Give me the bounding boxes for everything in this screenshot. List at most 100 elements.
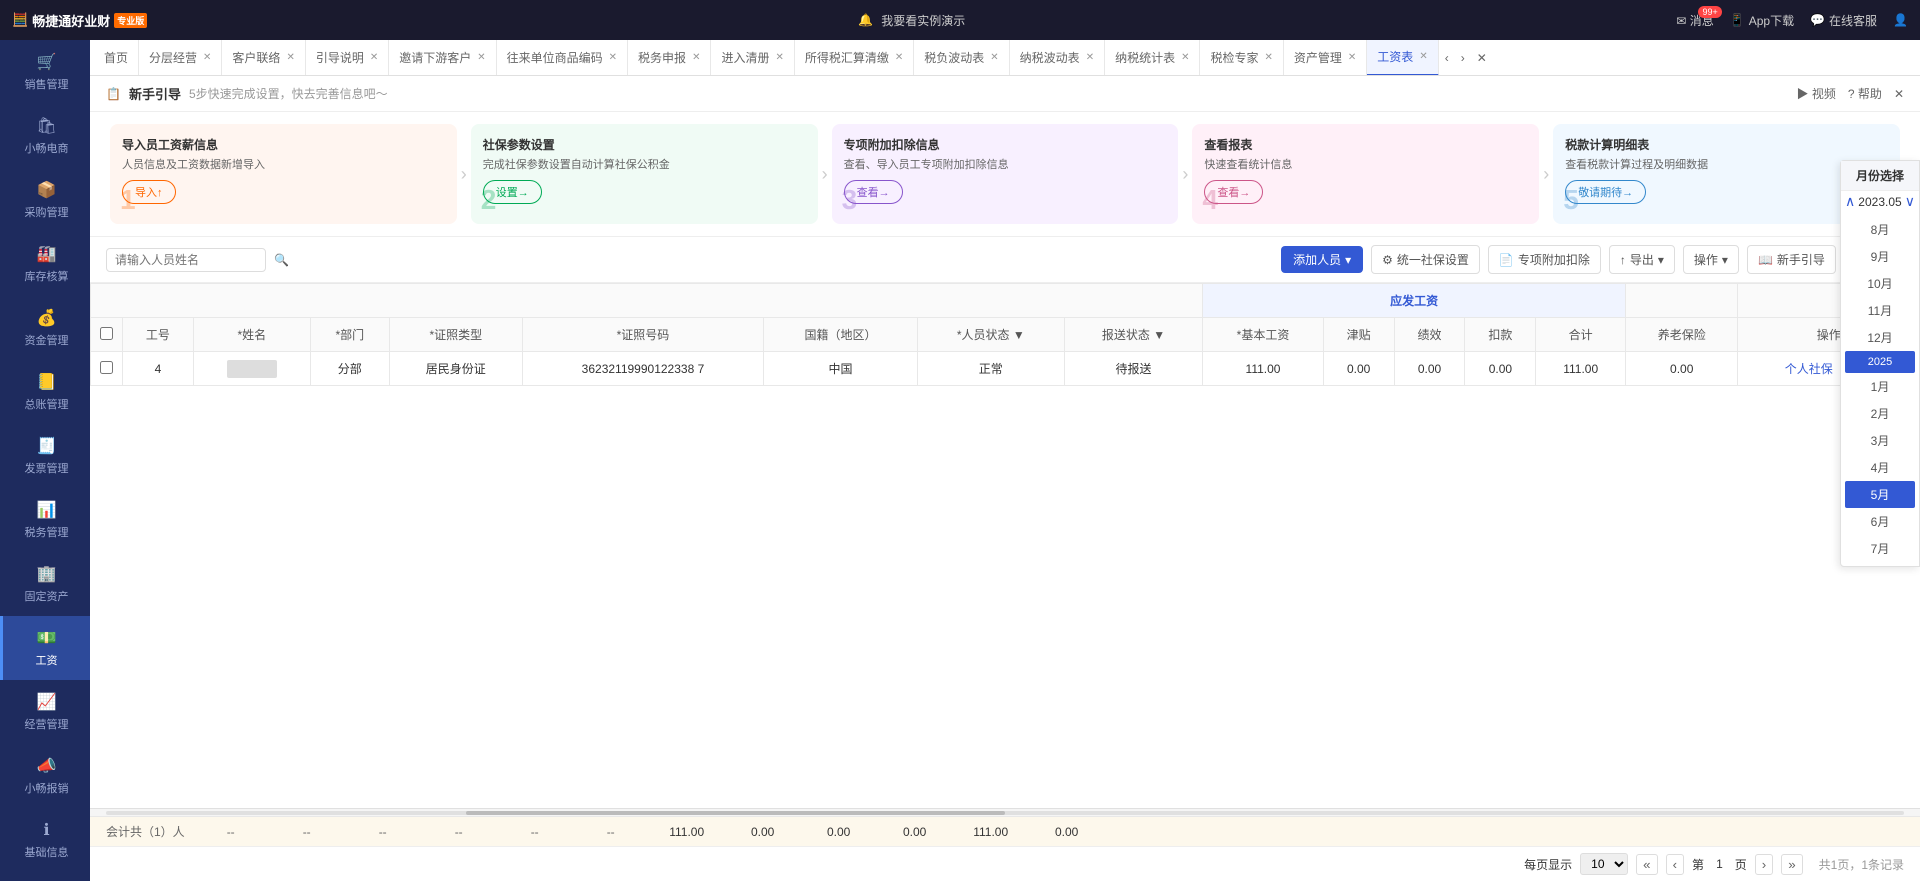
- page-size-select[interactable]: 10 20 50: [1580, 853, 1628, 875]
- month-3[interactable]: 3月: [1841, 427, 1919, 454]
- tab-income-tax-close[interactable]: ✕: [895, 52, 903, 63]
- tab-clearance[interactable]: 进入清册✕: [711, 40, 794, 76]
- salary-table: 应发工资 工号 *姓名 *部门 *证照: [90, 283, 1920, 386]
- tab-income-tax[interactable]: 所得税汇算清缴✕: [795, 40, 914, 76]
- sidebar-item-system[interactable]: ⚙ 系统管理: [0, 872, 90, 881]
- tab-tax-fluctuation[interactable]: 纳税波动表✕: [1010, 40, 1105, 76]
- actions-button[interactable]: 操作 ▾: [1683, 245, 1739, 274]
- tab-guide[interactable]: 引导说明✕: [306, 40, 389, 76]
- tab-tax-burden[interactable]: 税负波动表✕: [914, 40, 1009, 76]
- tab-tax-stats-close[interactable]: ✕: [1181, 52, 1189, 63]
- tab-tax-burden-close[interactable]: ✕: [990, 52, 998, 63]
- current-year: 2023.05: [1858, 195, 1901, 209]
- prev-page-btn[interactable]: ‹: [1666, 854, 1684, 875]
- tab-salary-table-close[interactable]: ✕: [1419, 51, 1427, 62]
- tab-invite[interactable]: 邀请下游客户✕: [389, 40, 496, 76]
- top-bar-right: ✉ 消息 99+ 📱 App下载 💬 在线客服 👤: [1676, 12, 1908, 29]
- tab-customer-close[interactable]: ✕: [286, 52, 294, 63]
- special-deduction-button[interactable]: 📄 专项附加扣除: [1488, 245, 1601, 274]
- guide-close-btn[interactable]: ✕: [1894, 87, 1904, 101]
- tab-prev-btn[interactable]: ‹: [1439, 51, 1455, 65]
- add-person-button[interactable]: 添加人员 ▾: [1281, 246, 1363, 273]
- tab-tax-stats[interactable]: 纳税统计表 ✕: [1105, 40, 1200, 76]
- watch-demo-btn[interactable]: 我要看实例演示: [881, 12, 965, 29]
- user-avatar[interactable]: 👤: [1893, 13, 1908, 27]
- month-6[interactable]: 6月: [1841, 508, 1919, 535]
- month-5[interactable]: 5月: [1845, 481, 1915, 508]
- tab-tax-fluctuation-close[interactable]: ✕: [1086, 52, 1094, 63]
- month-4[interactable]: 4月: [1841, 454, 1919, 481]
- sidebar-item-salary[interactable]: 💵 工资: [0, 616, 90, 680]
- month-12[interactable]: 12月: [1841, 324, 1919, 351]
- next-year-btn[interactable]: ∨: [1905, 193, 1915, 210]
- new-guide-button[interactable]: 📖 新手引导: [1747, 245, 1836, 274]
- th-name: *姓名: [193, 318, 310, 352]
- guide-title: 新手引导: [129, 84, 181, 103]
- first-page-btn[interactable]: «: [1636, 854, 1657, 875]
- horizontal-scrollbar[interactable]: [90, 808, 1920, 816]
- tab-layered-close[interactable]: ✕: [203, 52, 211, 63]
- tab-layered[interactable]: 分层经营✕: [139, 40, 222, 76]
- tab-asset-mgmt[interactable]: 资产管理✕: [1284, 40, 1367, 76]
- sidebar-item-ecommerce[interactable]: 🛍 小畅电商: [0, 104, 90, 168]
- tab-invite-close[interactable]: ✕: [477, 52, 485, 63]
- personal-insurance-btn[interactable]: 个人社保: [1785, 362, 1833, 376]
- prev-year-btn[interactable]: ∧: [1845, 193, 1855, 210]
- sidebar-item-ledger[interactable]: 📒 总账管理: [0, 360, 90, 424]
- unify-settings-button[interactable]: ⚙ 统一社保设置: [1371, 245, 1480, 274]
- select-all-checkbox[interactable]: [100, 327, 113, 340]
- tab-tax-stats-label: 纳税统计表: [1115, 49, 1175, 66]
- month-10[interactable]: 10月: [1841, 270, 1919, 297]
- row-checkbox[interactable]: [100, 361, 113, 374]
- sidebar-item-finance[interactable]: 💰 资金管理: [0, 296, 90, 360]
- scrollbar-thumb[interactable]: [466, 811, 1005, 815]
- tab-guide-close[interactable]: ✕: [370, 52, 378, 63]
- tab-product-code[interactable]: 往来单位商品编码✕: [497, 40, 628, 76]
- sidebar-item-operations[interactable]: 📈 经营管理: [0, 680, 90, 744]
- tab-tax-report[interactable]: 税务申报✕: [628, 40, 711, 76]
- tab-tax-report-close[interactable]: ✕: [692, 52, 700, 63]
- sidebar-label-ledger: 总账管理: [25, 396, 69, 412]
- sidebar-item-basic[interactable]: ℹ 基础信息: [0, 808, 90, 872]
- month-8[interactable]: 8月: [1841, 216, 1919, 243]
- sidebar-item-sales[interactable]: 🛒 销售管理: [0, 40, 90, 104]
- report-filter-icon[interactable]: ▼: [1153, 328, 1165, 342]
- tab-tax-expert[interactable]: 税检专家✕: [1200, 40, 1283, 76]
- sidebar-item-purchase[interactable]: 📦 采购管理: [0, 168, 90, 232]
- sidebar-item-inventory[interactable]: 🏭 库存核算: [0, 232, 90, 296]
- tab-tax-expert-close[interactable]: ✕: [1265, 52, 1273, 63]
- tab-product-code-close[interactable]: ✕: [609, 52, 617, 63]
- app-download-button[interactable]: 📱 App下载: [1730, 12, 1794, 29]
- month-year-nav: ∧ 2023.05 ∨: [1841, 191, 1919, 212]
- month-9[interactable]: 9月: [1841, 243, 1919, 270]
- month-11[interactable]: 11月: [1841, 297, 1919, 324]
- tab-clearance-close[interactable]: ✕: [775, 52, 783, 63]
- guide-bar: 📋 新手引导 5步快速完成设置，快去完善信息吧～ ▶ 视频 ? 帮助 ✕: [90, 76, 1920, 112]
- tab-close-all-btn[interactable]: ✕: [1471, 51, 1493, 65]
- step-4-num: 4: [1202, 184, 1218, 216]
- search-icon[interactable]: 🔍: [274, 253, 289, 267]
- step-1-desc: 人员信息及工资数据新增导入: [122, 157, 445, 174]
- expense-icon: 📣: [37, 756, 57, 776]
- month-1[interactable]: 1月: [1841, 373, 1919, 400]
- guide-video-btn[interactable]: ▶ 视频: [1797, 85, 1836, 102]
- status-filter-icon[interactable]: ▼: [1013, 328, 1025, 342]
- month-7[interactable]: 7月: [1841, 535, 1919, 562]
- next-page-btn[interactable]: ›: [1755, 854, 1773, 875]
- messages-button[interactable]: ✉ 消息 99+: [1676, 12, 1713, 29]
- tab-next-btn[interactable]: ›: [1455, 51, 1471, 65]
- search-input[interactable]: [106, 248, 266, 272]
- tab-home[interactable]: 首页: [94, 40, 139, 76]
- tab-customer[interactable]: 客户联络✕: [222, 40, 305, 76]
- tab-asset-mgmt-close[interactable]: ✕: [1348, 52, 1356, 63]
- tab-salary-table[interactable]: 工资表✕: [1367, 40, 1438, 76]
- online-service-button[interactable]: 💬 在线客服: [1810, 12, 1877, 29]
- guide-help-btn[interactable]: ? 帮助: [1848, 85, 1882, 102]
- sidebar-item-expense[interactable]: 📣 小畅报销: [0, 744, 90, 808]
- sidebar-item-invoice[interactable]: 🧾 发票管理: [0, 424, 90, 488]
- month-2[interactable]: 2月: [1841, 400, 1919, 427]
- export-button[interactable]: ↑ 导出 ▾: [1609, 245, 1675, 274]
- sidebar-item-assets[interactable]: 🏢 固定资产: [0, 552, 90, 616]
- last-page-btn[interactable]: »: [1781, 854, 1802, 875]
- sidebar-item-tax[interactable]: 📊 税务管理: [0, 488, 90, 552]
